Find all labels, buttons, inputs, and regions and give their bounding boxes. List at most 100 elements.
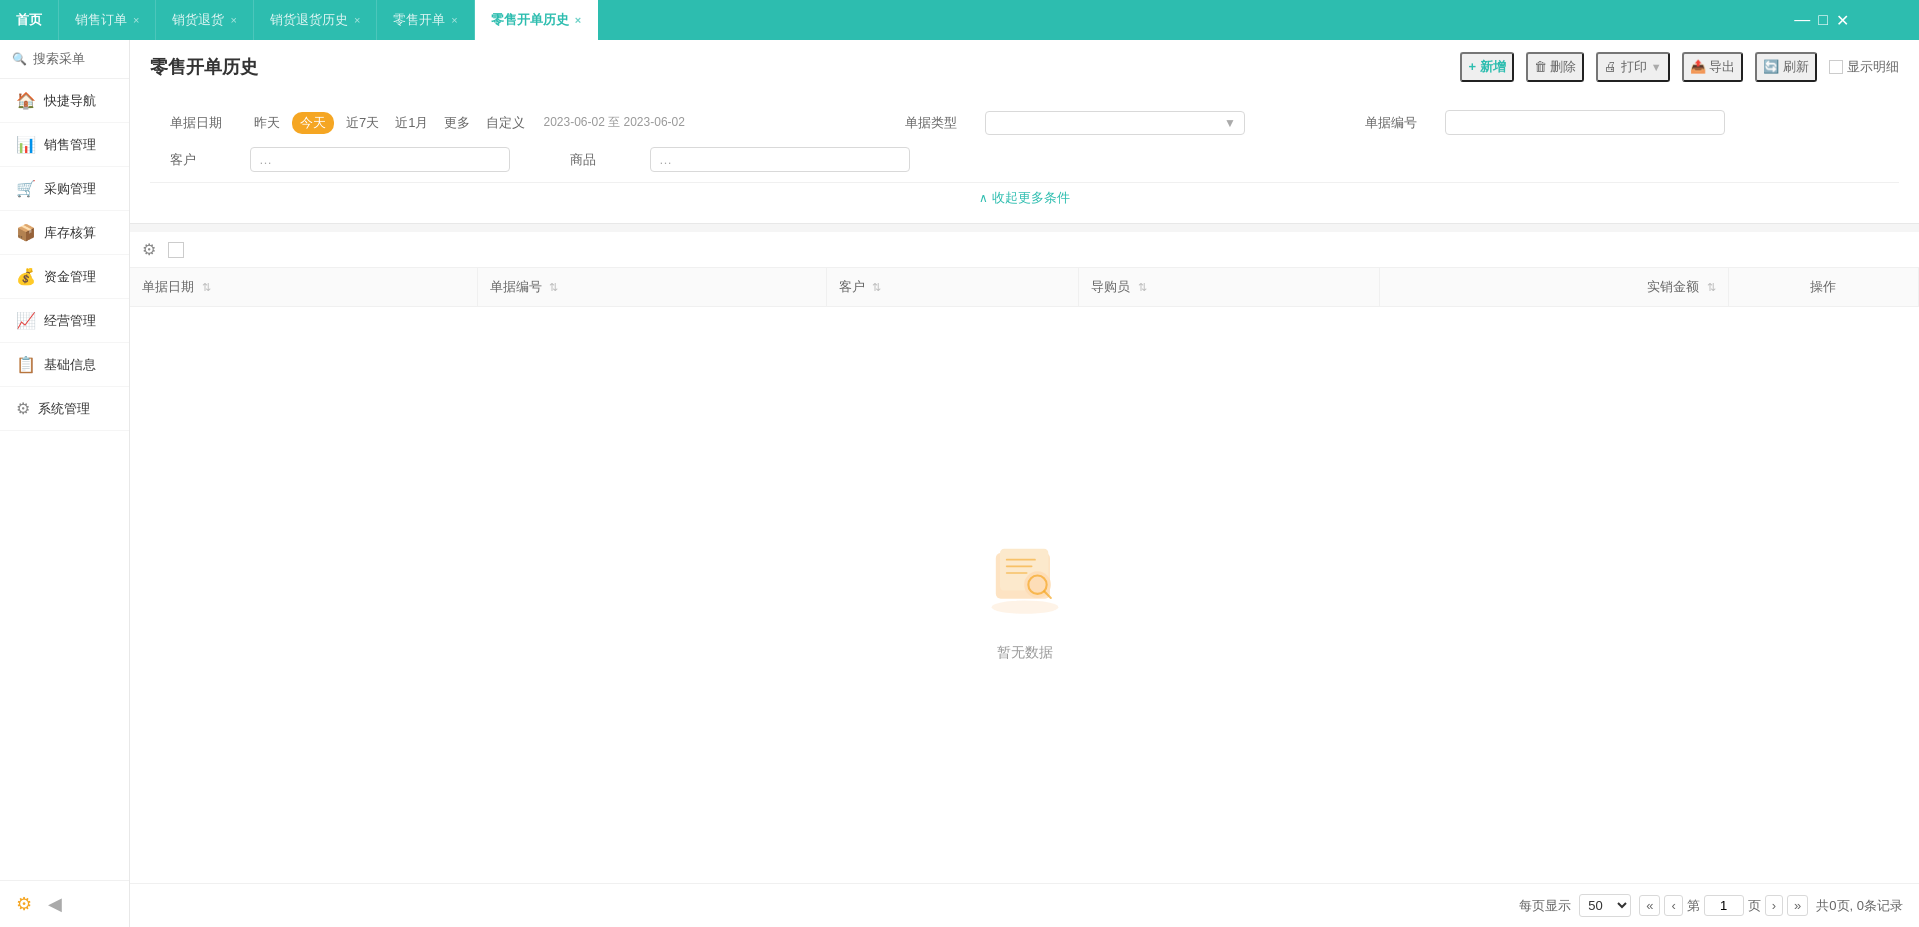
date-opt-custom[interactable]: 自定义 [482, 112, 529, 134]
page-nav: « ‹ 第 页 › » [1639, 895, 1808, 916]
delete-button[interactable]: 🗑 删除 [1526, 52, 1585, 82]
next-page-btn[interactable]: › [1765, 895, 1783, 916]
table-wrapper: ⚙ 单据日期 ⇅ 单据编号 ⇅ [130, 232, 1919, 927]
sys-mgmt-icon: ⚙ [16, 399, 30, 418]
collapse-more-btn[interactable]: ∧ 收起更多条件 [150, 182, 1899, 213]
tab-sales-return[interactable]: 销货退货 × [156, 0, 253, 40]
th-date-sort-icon[interactable]: ⇅ [202, 281, 211, 293]
goods-value: … [659, 152, 672, 167]
date-opt-7days[interactable]: 近7天 [342, 112, 383, 134]
sidebar-item-finance[interactable]: 💰 资金管理 [0, 255, 129, 299]
export-button[interactable]: 📤 导出 [1682, 52, 1744, 82]
first-page-btn[interactable]: « [1639, 895, 1660, 916]
page-title-row: 零售开单历史 + 新增 🗑 删除 🖨 打印 ▼ 📤 导出 [150, 52, 1899, 82]
tab-sales-order[interactable]: 销售订单 × [59, 0, 156, 40]
display-detail-label: 显示明细 [1847, 58, 1899, 76]
tab-retail-order[interactable]: 零售开单 × [377, 0, 474, 40]
print-arrow-icon: ▼ [1651, 61, 1662, 73]
order-type-label: 单据类型 [905, 114, 965, 132]
sidebar-item-inventory[interactable]: 📦 库存核算 [0, 211, 129, 255]
sidebar-item-basic-info[interactable]: 📋 基础信息 [0, 343, 129, 387]
th-order-no: 单据编号 ⇅ [477, 268, 826, 307]
date-opt-today[interactable]: 今天 [292, 112, 334, 134]
refresh-button[interactable]: 🔄 刷新 [1755, 52, 1817, 82]
sidebar-item-sys-mgmt[interactable]: ⚙ 系统管理 [0, 387, 129, 431]
page-suffix-label: 页 [1748, 897, 1761, 915]
sidebar-item-purchase-mgmt[interactable]: 🛒 采购管理 [0, 167, 129, 211]
tab-retail-history-close[interactable]: × [575, 14, 581, 26]
table-toolbar: ⚙ [130, 232, 1919, 268]
window-close[interactable]: ✕ [1836, 11, 1849, 30]
tab-sales-return-history-close[interactable]: × [354, 14, 360, 26]
date-options: 昨天 今天 近7天 近1月 更多 自定义 2023-06-02 至 2023-0… [250, 112, 685, 134]
toolbar: + 新增 🗑 删除 🖨 打印 ▼ 📤 导出 🔄 刷新 [1460, 52, 1899, 82]
sidebar: 🔍 搜索采单 🏠 快捷导航 📊 销售管理 🛒 采购管理 📦 库存核算 💰 资金管… [0, 40, 130, 927]
sidebar-item-quick-nav-label: 快捷导航 [44, 92, 96, 110]
per-page-select[interactable]: 50 10 20 100 [1579, 894, 1631, 917]
sidebar-item-inventory-label: 库存核算 [44, 224, 96, 242]
sidebar-item-operations[interactable]: 📈 经营管理 [0, 299, 129, 343]
tab-sales-return-close[interactable]: × [230, 14, 236, 26]
window-maximize[interactable]: □ [1818, 11, 1828, 29]
date-opt-yesterday[interactable]: 昨天 [250, 112, 284, 134]
th-customer-sort-icon[interactable]: ⇅ [872, 281, 881, 293]
customer-value: … [259, 152, 272, 167]
basic-info-icon: 📋 [16, 355, 36, 374]
sidebar-item-operations-label: 经营管理 [44, 312, 96, 330]
sidebar-settings-icon[interactable]: ⚙ [16, 893, 32, 915]
th-salesperson-sort-icon[interactable]: ⇅ [1138, 281, 1147, 293]
empty-state: 暂无数据 [130, 307, 1919, 883]
table-header-row: 单据日期 ⇅ 单据编号 ⇅ 客户 ⇅ [130, 268, 1919, 307]
table-settings-icon[interactable]: ⚙ [142, 240, 156, 259]
th-amount-sort-icon[interactable]: ⇅ [1707, 281, 1716, 293]
display-detail-toggle[interactable]: 显示明细 [1829, 58, 1899, 76]
tab-retail-history[interactable]: 零售开单历史 × [475, 0, 598, 40]
order-no-input[interactable] [1445, 110, 1725, 135]
main-layout: 🔍 搜索采单 🏠 快捷导航 📊 销售管理 🛒 采购管理 📦 库存核算 💰 资金管… [0, 40, 1919, 927]
svg-point-0 [991, 601, 1058, 614]
tab-retail-order-label: 零售开单 [393, 11, 445, 29]
purchase-mgmt-icon: 🛒 [16, 179, 36, 198]
date-opt-more[interactable]: 更多 [440, 112, 474, 134]
content-area: 零售开单历史 + 新增 🗑 删除 🖨 打印 ▼ 📤 导出 [130, 40, 1919, 927]
window-minimize[interactable]: — [1794, 11, 1810, 29]
page-header: 零售开单历史 + 新增 🗑 删除 🖨 打印 ▼ 📤 导出 [130, 40, 1919, 224]
export-label: 📤 导出 [1690, 58, 1736, 76]
goods-select[interactable]: … [650, 147, 910, 172]
sidebar-item-quick-nav[interactable]: 🏠 快捷导航 [0, 79, 129, 123]
display-detail-checkbox[interactable] [1829, 60, 1843, 74]
th-order-no-sort-icon[interactable]: ⇅ [549, 281, 558, 293]
finance-icon: 💰 [16, 267, 36, 286]
per-page-label: 每页显示 [1519, 897, 1571, 915]
sidebar-item-basic-info-label: 基础信息 [44, 356, 96, 374]
th-order-no-label: 单据编号 [490, 279, 542, 294]
tab-retail-order-close[interactable]: × [451, 14, 457, 26]
order-type-select[interactable]: ▼ [985, 111, 1245, 135]
tab-sales-order-close[interactable]: × [133, 14, 139, 26]
date-opt-1month[interactable]: 近1月 [391, 112, 432, 134]
prev-page-btn[interactable]: ‹ [1664, 895, 1682, 916]
add-button[interactable]: + 新增 [1460, 52, 1513, 82]
th-customer: 客户 ⇅ [826, 268, 1078, 307]
sidebar-collapse-icon[interactable]: ◀ [48, 893, 62, 915]
delete-label: 🗑 删除 [1534, 58, 1577, 76]
table-select-all-checkbox[interactable] [168, 242, 184, 258]
sidebar-bottom: ⚙ ◀ [0, 880, 129, 927]
customer-label: 客户 [170, 151, 230, 169]
last-page-btn[interactable]: » [1787, 895, 1808, 916]
tab-home[interactable]: 首页 [0, 0, 59, 40]
sidebar-item-finance-label: 资金管理 [44, 268, 96, 286]
page-number-input[interactable] [1704, 895, 1744, 916]
print-button[interactable]: 🖨 打印 ▼ [1596, 52, 1670, 82]
operations-icon: 📈 [16, 311, 36, 330]
sidebar-search-label: 搜索采单 [33, 50, 85, 68]
inventory-icon: 📦 [16, 223, 36, 242]
date-range-display: 2023-06-02 至 2023-06-02 [543, 114, 684, 131]
empty-text: 暂无数据 [997, 644, 1053, 662]
tab-sales-return-history[interactable]: 销货退货历史 × [254, 0, 377, 40]
sidebar-search[interactable]: 🔍 搜索采单 [0, 40, 129, 79]
refresh-label: 🔄 刷新 [1763, 58, 1809, 76]
customer-select[interactable]: … [250, 147, 510, 172]
sidebar-item-sales-mgmt[interactable]: 📊 销售管理 [0, 123, 129, 167]
empty-illustration [975, 528, 1075, 628]
